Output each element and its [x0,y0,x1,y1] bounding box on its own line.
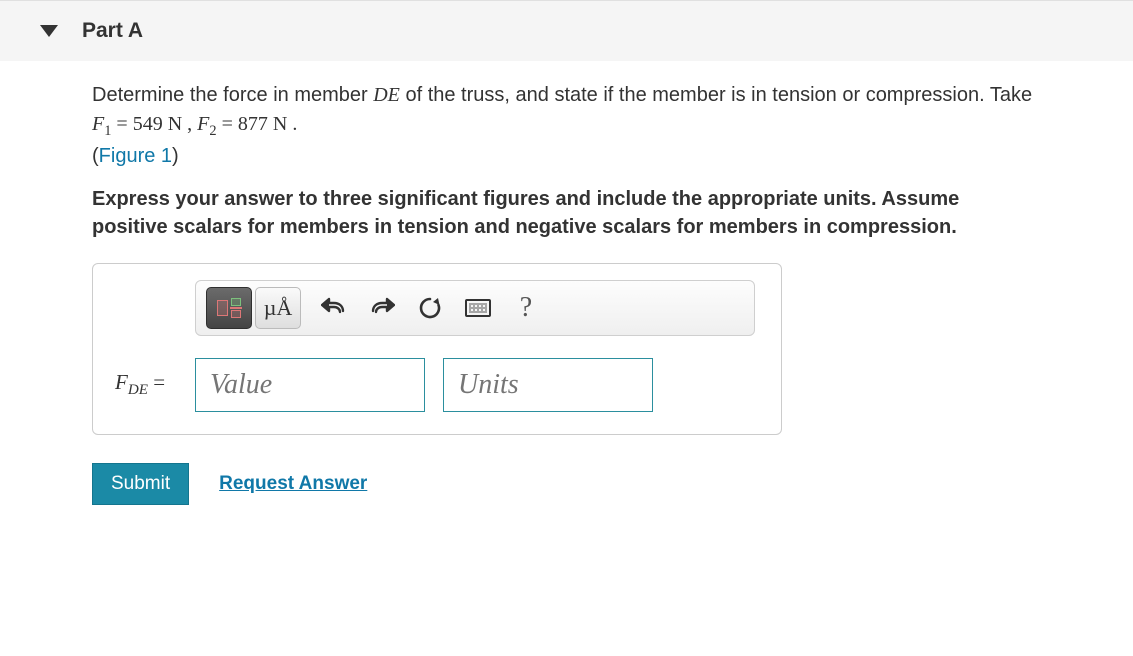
fraction-template-icon [217,298,242,318]
equation-toolbar: µÅ ? [195,280,755,336]
reset-icon [417,295,443,321]
content-area: Determine the force in member DE of the … [0,61,1060,505]
figure-link[interactable]: Figure 1 [99,145,172,167]
f1-unit: N [168,113,182,135]
value-input[interactable] [195,358,425,412]
f2-symbol: F [197,113,209,135]
answer-instructions: Express your answer to three significant… [92,185,1040,241]
chevron-down-icon [40,25,58,37]
answer-variable-label: FDE = [113,370,195,399]
toolbar-button-group: µÅ [206,287,301,329]
redo-icon [369,297,395,319]
part-header[interactable]: Part A [0,0,1133,61]
prompt-text-2: of the truss, and state if the member is… [400,84,1032,106]
f2-value: 877 [238,113,268,135]
prompt-text-1: Determine the force in member [92,84,373,106]
keyboard-icon [465,299,491,317]
problem-prompt: Determine the force in member DE of the … [92,81,1040,171]
answer-row: FDE = [113,358,761,412]
submit-button[interactable]: Submit [92,463,189,505]
member-name: DE [373,84,400,106]
f1-value: 549 [133,113,163,135]
help-icon: ? [520,292,532,324]
redo-button[interactable] [367,293,397,323]
symbols-label: µÅ [264,295,293,321]
units-input[interactable] [443,358,653,412]
part-title: Part A [82,19,143,43]
reset-button[interactable] [415,293,445,323]
keyboard-button[interactable] [463,293,493,323]
undo-icon [321,297,347,319]
request-answer-link[interactable]: Request Answer [219,473,367,495]
templates-button[interactable] [206,287,252,329]
f2-unit: N [273,113,287,135]
answer-panel: µÅ ? FDE = [92,263,782,435]
undo-button[interactable] [319,293,349,323]
f2-subscript: 2 [209,123,216,139]
f1-symbol: F [92,113,104,135]
help-button[interactable]: ? [511,293,541,323]
action-row: Submit Request Answer [92,463,1040,505]
symbols-button[interactable]: µÅ [255,287,301,329]
